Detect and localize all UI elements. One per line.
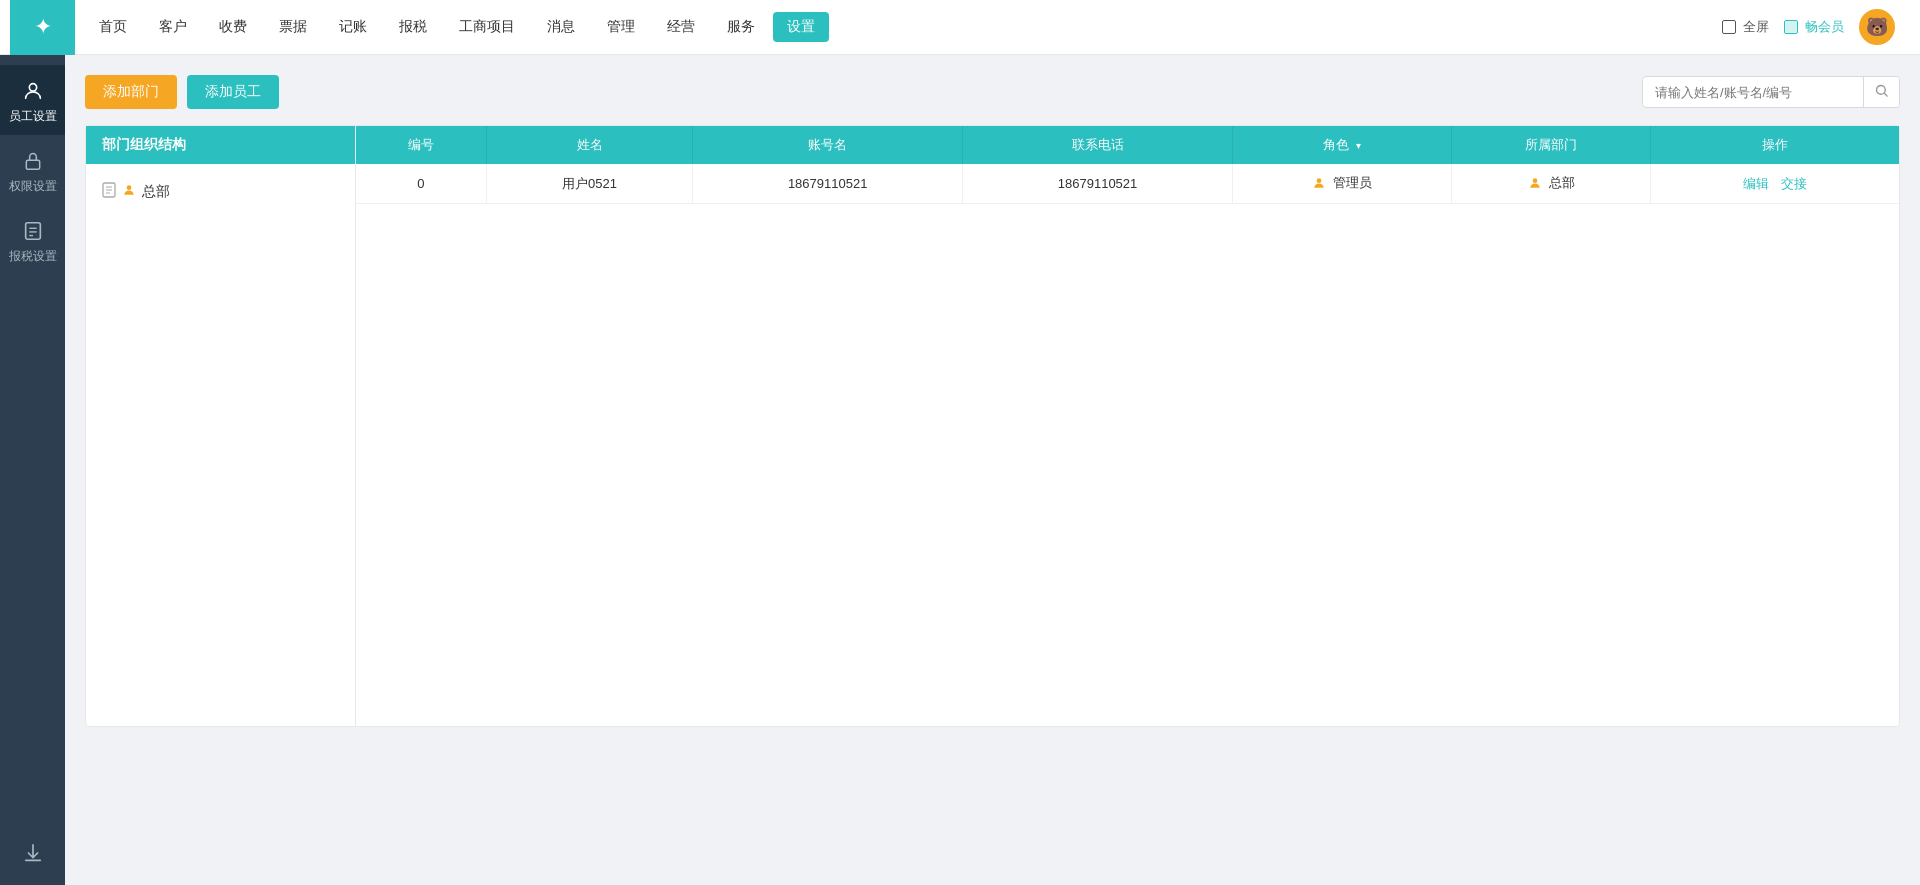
col-dept: 所属部门 <box>1452 126 1651 164</box>
member-label: 畅会员 <box>1805 18 1844 36</box>
svg-rect-2 <box>25 223 40 240</box>
sidebar: 员工设置 权限设置 报税设置 <box>0 55 65 885</box>
nav-item-tax[interactable]: 报税 <box>385 12 441 42</box>
nav-right: 全屏 畅会员 🐻 <box>1722 9 1910 45</box>
table-wrapper: 编号 姓名 账号名 联系电话 角色 ▾ 所属部门 操作 <box>356 126 1899 204</box>
lock-icon <box>21 149 45 173</box>
svg-point-15 <box>1533 178 1538 183</box>
fullscreen-button[interactable]: 全屏 <box>1722 18 1769 36</box>
add-dept-button[interactable]: 添加部门 <box>85 75 177 109</box>
cell-role: 管理员 <box>1233 164 1452 204</box>
dept-tree-header: 部门组织结构 <box>86 126 355 164</box>
nav-items: 首页 客户 收费 票据 记账 报税 工商项目 消息 管理 经营 服务 设置 <box>75 12 1722 42</box>
col-action: 操作 <box>1651 126 1899 164</box>
sidebar-item-taxsettings-label: 报税设置 <box>9 248 57 265</box>
tax-settings-icon <box>21 219 45 243</box>
employee-table: 编号 姓名 账号名 联系电话 角色 ▾ 所属部门 操作 <box>356 126 1899 204</box>
sidebar-item-permission[interactable]: 权限设置 <box>0 135 65 205</box>
svg-point-0 <box>29 84 36 91</box>
nav-item-operation[interactable]: 经营 <box>653 12 709 42</box>
cell-id: 0 <box>356 164 486 204</box>
sidebar-item-employee-label: 员工设置 <box>9 108 57 125</box>
col-id: 编号 <box>356 126 486 164</box>
nav-item-service[interactable]: 服务 <box>713 12 769 42</box>
svg-point-13 <box>127 185 132 190</box>
dept-user-icon <box>122 183 136 200</box>
action-btn-交接[interactable]: 交接 <box>1777 175 1811 193</box>
nav-item-manage[interactable]: 管理 <box>593 12 649 42</box>
table-header-row: 编号 姓名 账号名 联系电话 角色 ▾ 所属部门 操作 <box>356 126 1899 164</box>
sidebar-item-employee[interactable]: 员工设置 <box>0 65 65 135</box>
nav-item-business[interactable]: 工商项目 <box>445 12 529 42</box>
cell-account: 18679110521 <box>693 164 963 204</box>
top-navigation: ✦ 首页 客户 收费 票据 记账 报税 工商项目 消息 管理 经营 服务 设置 … <box>0 0 1920 55</box>
col-role: 角色 ▾ <box>1233 126 1452 164</box>
sidebar-item-permission-label: 权限设置 <box>9 178 57 195</box>
nav-item-home[interactable]: 首页 <box>85 12 141 42</box>
col-name: 姓名 <box>486 126 692 164</box>
sidebar-download-button[interactable] <box>0 827 65 875</box>
add-emp-button[interactable]: 添加员工 <box>187 75 279 109</box>
nav-item-client[interactable]: 客户 <box>145 12 201 42</box>
cell-phone: 18679110521 <box>963 164 1233 204</box>
dept-tree-item-root[interactable]: 总部 <box>102 176 339 207</box>
nav-item-message[interactable]: 消息 <box>533 12 589 42</box>
col-account: 账号名 <box>693 126 963 164</box>
logo: ✦ <box>10 0 75 55</box>
content-area: 部门组织结构 <box>85 125 1900 727</box>
nav-item-fee[interactable]: 收费 <box>205 12 261 42</box>
main-layout: 员工设置 权限设置 报税设置 <box>0 55 1920 885</box>
role-filter-icon[interactable]: ▾ <box>1356 140 1361 151</box>
file-icon <box>102 182 116 201</box>
member-icon <box>1784 20 1798 34</box>
main-content: 添加部门 添加员工 部门组织结构 <box>65 55 1920 885</box>
cell-dept: 总部 <box>1452 164 1651 204</box>
employee-icon <box>21 79 45 103</box>
search-button[interactable] <box>1863 77 1899 107</box>
avatar[interactable]: 🐻 <box>1859 9 1895 45</box>
svg-line-8 <box>1884 93 1887 96</box>
dept-root-label: 总部 <box>142 183 170 201</box>
cell-actions: 编辑 交接 <box>1651 164 1899 204</box>
search-box <box>1642 76 1900 108</box>
action-btn-编辑[interactable]: 编辑 <box>1739 175 1773 193</box>
fullscreen-label: 全屏 <box>1743 18 1769 36</box>
emp-table: 编号 姓名 账号名 联系电话 角色 ▾ 所属部门 操作 <box>356 126 1899 726</box>
toolbar: 添加部门 添加员工 <box>85 75 1900 109</box>
nav-item-invoice[interactable]: 票据 <box>265 12 321 42</box>
svg-point-14 <box>1317 178 1322 183</box>
dept-tree-body: 总部 <box>86 164 355 219</box>
nav-item-bookkeeping[interactable]: 记账 <box>325 12 381 42</box>
sidebar-item-taxsettings[interactable]: 报税设置 <box>0 205 65 275</box>
dept-tree: 部门组织结构 <box>86 126 356 726</box>
svg-rect-1 <box>26 160 39 169</box>
fullscreen-icon <box>1722 20 1736 34</box>
nav-item-settings[interactable]: 设置 <box>773 12 829 42</box>
logo-icon: ✦ <box>34 14 52 40</box>
member-button[interactable]: 畅会员 <box>1784 18 1844 36</box>
search-input[interactable] <box>1643 79 1863 106</box>
table-row: 0 用户0521 18679110521 18679110521 管理员 总部 <box>356 164 1899 204</box>
cell-name: 用户0521 <box>486 164 692 204</box>
download-icon <box>21 841 45 865</box>
col-phone: 联系电话 <box>963 126 1233 164</box>
